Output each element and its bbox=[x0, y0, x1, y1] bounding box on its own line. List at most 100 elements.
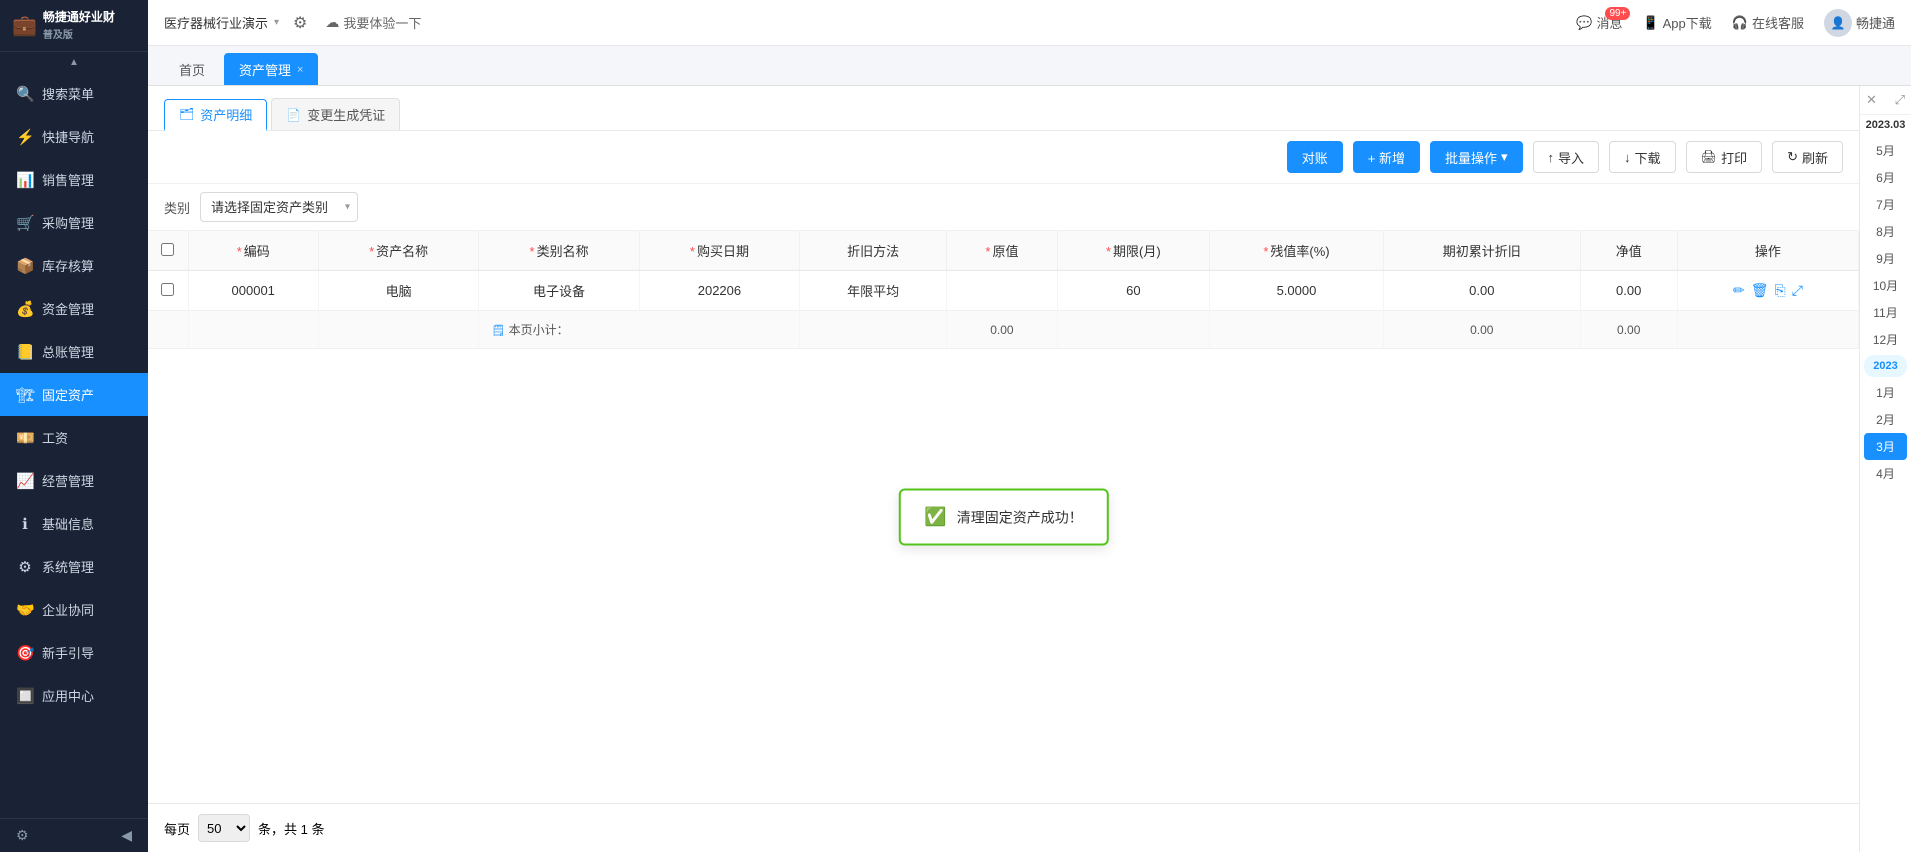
sidebar-icon-funds: 💰 bbox=[16, 300, 34, 318]
edit-icon[interactable]: ✏ bbox=[1733, 282, 1745, 299]
th-purchase-date: *购买日期 bbox=[639, 231, 799, 271]
delete-icon[interactable]: 🗑 bbox=[1751, 282, 1769, 299]
experience-btn[interactable]: ☁ 我要体验一下 bbox=[325, 13, 421, 32]
reconcile-button[interactable]: 对账 bbox=[1287, 141, 1343, 173]
export-icon: ↑ bbox=[1548, 150, 1555, 165]
sidebar-item-purchase[interactable]: 🛒采购管理 bbox=[0, 201, 148, 244]
table-wrap: *编码 *资产名称 *类别名称 *购买日期 折旧方法 *原值 *期限(月) *残… bbox=[148, 231, 1859, 803]
pagination: 每页 50 10 20 100 条，共 1 条 bbox=[148, 803, 1859, 852]
th-original-value: *原值 bbox=[947, 231, 1058, 271]
sidebar-item-basic_info[interactable]: ℹ基础信息 bbox=[0, 502, 148, 545]
timeline-item-7月[interactable]: 7月 bbox=[1860, 191, 1911, 218]
timeline-item-5月[interactable]: 5月 bbox=[1860, 137, 1911, 164]
sidebar: 💼 畅捷通好业财 普及版 ▲ 🔍搜索菜单⚡快捷导航📊销售管理🛒采购管理📦库存核算… bbox=[0, 0, 148, 852]
toolbar: 对账 + 新增 批量操作 ▾ ↑ 导入 ↓ 下载 🖨 bbox=[148, 131, 1859, 184]
timeline-item-1月[interactable]: 1月 bbox=[1860, 379, 1911, 406]
subtotal-net: 0.00 bbox=[1580, 311, 1677, 349]
company-name: 医疗器械行业演示 bbox=[164, 13, 268, 32]
sidebar-item-app_center[interactable]: 🔲应用中心 bbox=[0, 674, 148, 717]
sidebar-item-search[interactable]: 🔍搜索菜单 bbox=[0, 72, 148, 115]
print-button[interactable]: 🖨 打印 bbox=[1686, 141, 1763, 173]
batch-button[interactable]: 批量操作 ▾ bbox=[1430, 141, 1523, 173]
timeline-item-3月[interactable]: 3月 bbox=[1864, 433, 1907, 460]
service-icon: 🎧 bbox=[1732, 15, 1748, 31]
sidebar-icon-basic_info: ℹ bbox=[16, 515, 34, 533]
sidebar-scroll-up[interactable]: ▲ bbox=[0, 52, 148, 72]
th-name: *资产名称 bbox=[318, 231, 478, 271]
sidebar-icon-fixed_assets: 🏗 bbox=[16, 386, 34, 404]
timeline-item-2023[interactable]: 2023 bbox=[1864, 355, 1907, 377]
content-area: 🗂 资产明细 📄 变更生成凭证 对账 + 新增 批量操作 ▾ bbox=[148, 86, 1911, 852]
sidebar-icon-search: 🔍 bbox=[16, 85, 34, 103]
sidebar-nav: 🔍搜索菜单⚡快捷导航📊销售管理🛒采购管理📦库存核算 💰 资金管理 📒总账管理🏗固定资产… bbox=[0, 72, 148, 818]
cell-residual-rate: 5.0000 bbox=[1209, 271, 1383, 311]
export-button[interactable]: ↑ 导入 bbox=[1533, 141, 1600, 173]
topbar-gear-icon[interactable]: ⚙ bbox=[293, 13, 307, 33]
filter-bar: 类别 请选择固定资产类别 电子设备 办公设备 机械设备 运输工具 ▾ bbox=[148, 184, 1859, 231]
th-category: *类别名称 bbox=[479, 231, 639, 271]
app-icon: 📱 bbox=[1642, 15, 1658, 31]
sidebar-label-system: 系统管理 bbox=[42, 557, 94, 576]
th-period: *期限(月) bbox=[1057, 231, 1209, 271]
sidebar-item-operations[interactable]: 📈经营管理 bbox=[0, 459, 148, 502]
sidebar-item-funds[interactable]: 💰 资金管理 bbox=[0, 287, 148, 330]
sidebar-item-general_ledger[interactable]: 📒总账管理 bbox=[0, 330, 148, 373]
sidebar-item-system[interactable]: ⚙系统管理 bbox=[0, 545, 148, 588]
sidebar-icon-general_ledger: 📒 bbox=[16, 343, 34, 361]
sidebar-item-payroll[interactable]: 💴工资 bbox=[0, 416, 148, 459]
sidebar-item-quick_nav[interactable]: ⚡快捷导航 bbox=[0, 115, 148, 158]
sub-tab-asset-detail[interactable]: 🗂 资产明细 bbox=[164, 99, 267, 131]
sidebar-item-enterprise[interactable]: 🤝企业协同 bbox=[0, 588, 148, 631]
timeline-item-9月[interactable]: 9月 bbox=[1860, 245, 1911, 272]
new-button[interactable]: + 新增 bbox=[1353, 141, 1420, 173]
sidebar-settings-icon[interactable]: ⚙ bbox=[16, 827, 29, 844]
sidebar-item-fixed_assets[interactable]: 🏗固定资产 bbox=[0, 373, 148, 416]
category-filter-select[interactable]: 请选择固定资产类别 电子设备 办公设备 机械设备 运输工具 bbox=[200, 192, 358, 222]
copy-icon[interactable]: ⎘ bbox=[1774, 282, 1785, 299]
sidebar-item-inventory[interactable]: 📦库存核算 bbox=[0, 244, 148, 287]
app-download-btn[interactable]: 📱 App下载 bbox=[1642, 13, 1711, 32]
company-selector[interactable]: 医疗器械行业演示 ▾ bbox=[164, 13, 279, 32]
sidebar-icon-operations: 📈 bbox=[16, 472, 34, 490]
total-text: 条，共 1 条 bbox=[258, 819, 324, 838]
sidebar-item-sales[interactable]: 📊销售管理 bbox=[0, 158, 148, 201]
tab-home[interactable]: 首页 bbox=[164, 53, 220, 85]
asset-table: *编码 *资产名称 *类别名称 *购买日期 折旧方法 *原值 *期限(月) *残… bbox=[148, 231, 1859, 349]
more-icon[interactable]: ⤢ bbox=[1792, 282, 1803, 299]
timeline-item-4月[interactable]: 4月 bbox=[1860, 460, 1911, 487]
sidebar-item-guide[interactable]: 🎯新手引导 bbox=[0, 631, 148, 674]
cell-initial-depreciation: 0.00 bbox=[1384, 271, 1581, 311]
subtotal-original: 0.00 bbox=[947, 311, 1058, 349]
right-panel-expand-icon[interactable]: ⤢ bbox=[1895, 92, 1905, 108]
tab-asset-management[interactable]: 资产管理 × bbox=[224, 53, 318, 85]
sub-tab-change-voucher[interactable]: 📄 变更生成凭证 bbox=[271, 98, 400, 130]
company-arrow-icon: ▾ bbox=[274, 17, 279, 28]
online-service-btn[interactable]: 🎧 在线客服 bbox=[1732, 13, 1804, 32]
timeline-item-8月[interactable]: 8月 bbox=[1860, 218, 1911, 245]
tab-asset-close[interactable]: × bbox=[297, 64, 303, 76]
category-filter-label: 类别 bbox=[164, 198, 190, 217]
refresh-label: 刷新 bbox=[1802, 148, 1828, 167]
download-button[interactable]: ↓ 下载 bbox=[1609, 141, 1676, 173]
print-icon: 🖨 bbox=[1701, 149, 1718, 165]
online-service-label: 在线客服 bbox=[1752, 13, 1804, 32]
reconcile-label: 对账 bbox=[1302, 148, 1328, 167]
per-page-select[interactable]: 50 10 20 100 bbox=[198, 814, 250, 842]
sidebar-collapse-icon[interactable]: ◀ bbox=[121, 827, 132, 844]
row-checkbox-0[interactable] bbox=[161, 283, 174, 296]
per-page-label: 每页 bbox=[164, 819, 190, 838]
select-all-checkbox[interactable] bbox=[161, 243, 174, 256]
timeline-item-2月[interactable]: 2月 bbox=[1860, 406, 1911, 433]
notifications-btn[interactable]: 💬 消息 99+ bbox=[1576, 13, 1622, 32]
right-panel-close-icon[interactable]: ✕ bbox=[1866, 92, 1877, 108]
timeline-item-6月[interactable]: 6月 bbox=[1860, 164, 1911, 191]
timeline-item-12月[interactable]: 12月 bbox=[1860, 326, 1911, 353]
sidebar-icon-inventory: 📦 bbox=[16, 257, 34, 275]
sidebar-label-funds: 资金管理 bbox=[42, 299, 94, 318]
user-menu[interactable]: 👤 畅捷通 bbox=[1824, 9, 1895, 37]
sub-tabs: 🗂 资产明细 📄 变更生成凭证 bbox=[148, 86, 1859, 131]
right-panel: ✕ ⤢ 2023.03 5月6月7月8月9月10月11月12月20231月2月3… bbox=[1859, 86, 1911, 852]
timeline-item-10月[interactable]: 10月 bbox=[1860, 272, 1911, 299]
timeline-item-11月[interactable]: 11月 bbox=[1860, 299, 1911, 326]
refresh-button[interactable]: ↻ 刷新 bbox=[1772, 141, 1843, 173]
